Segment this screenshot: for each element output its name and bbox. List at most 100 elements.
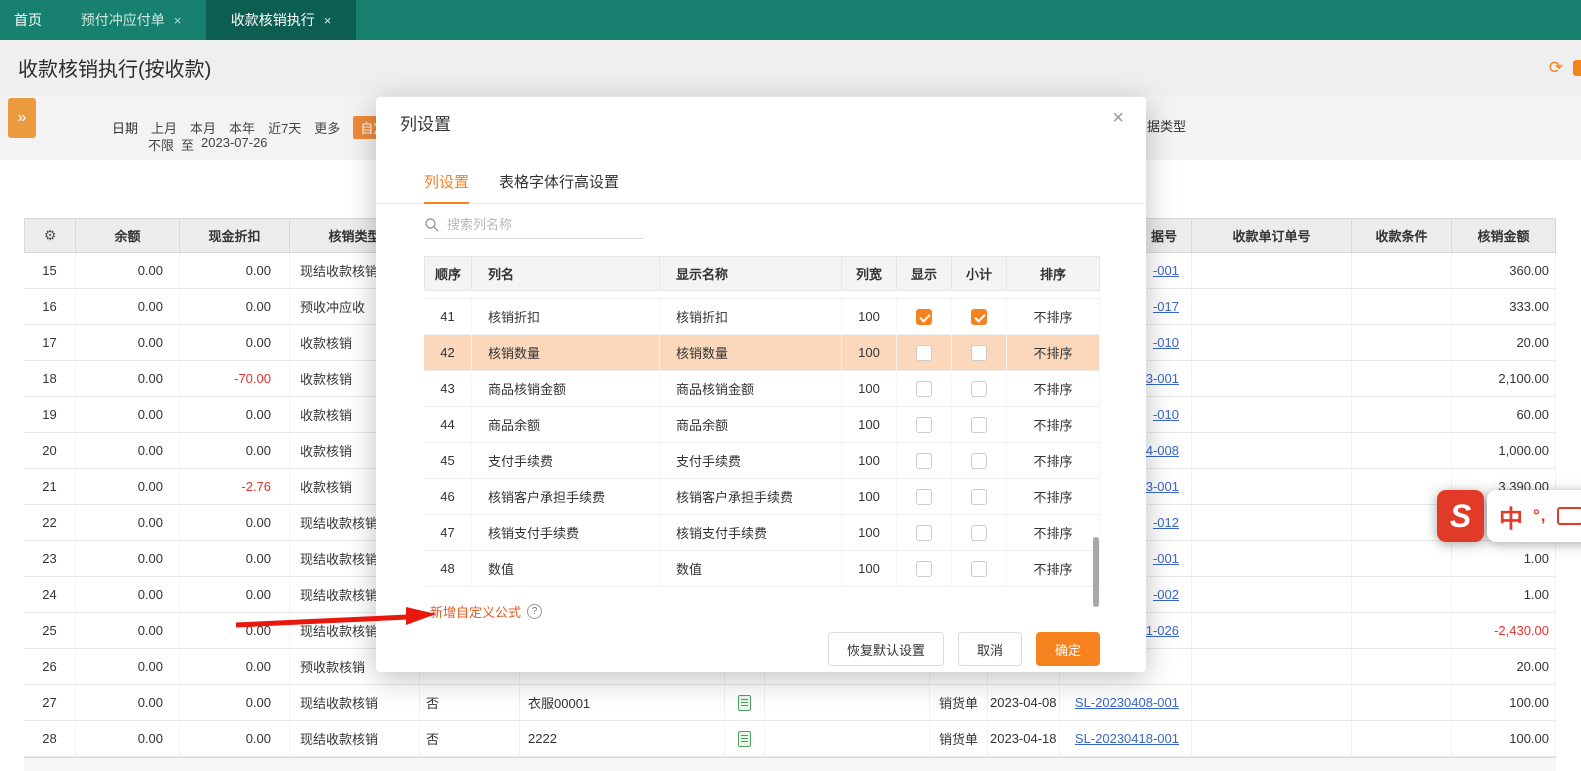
display-name-cell[interactable]: 核销数量 (660, 335, 842, 371)
display-name-cell[interactable]: 核销支付手续费 (660, 515, 842, 551)
sort-cell[interactable]: 不排序 (1007, 551, 1100, 587)
table-row[interactable]: 28 0.00 0.00 现结收款核销否 2222 销货单 2023-04-18 SL-202… (24, 721, 1556, 757)
sort-cell[interactable]: 不排序 (1007, 479, 1100, 515)
width-cell[interactable]: 100 (842, 371, 897, 407)
restore-defaults-button[interactable]: 恢复默认设置 (827, 632, 944, 666)
subtotal-checkbox[interactable] (971, 560, 987, 577)
width-cell[interactable]: 100 (842, 443, 897, 479)
ime-keyboard-icon[interactable] (1556, 507, 1581, 525)
doc-no-link[interactable]: -017 (1153, 299, 1179, 314)
tab-prepay-writeoff[interactable]: 预付冲应付单 × (56, 0, 206, 40)
sort-cell[interactable]: 不排序 (1007, 515, 1100, 551)
subtotal-checkbox[interactable] (971, 416, 987, 433)
subtotal-checkbox[interactable] (971, 524, 987, 541)
tab-receipt-writeoff[interactable]: 收款核销执行 × (206, 0, 356, 40)
column-config-row[interactable]: 43 商品核销金额 商品核销金额 100 不排序 (424, 371, 1100, 407)
tab-home[interactable]: 首页 (0, 0, 56, 40)
doc-no-link[interactable]: SL-20230418-001 (1075, 731, 1179, 746)
show-checkbox[interactable] (916, 452, 932, 469)
doc-no-link[interactable]: -010 (1153, 335, 1179, 350)
width-cell[interactable]: 100 (842, 551, 897, 587)
doc-no-link[interactable]: SL-20230408-001 (1075, 695, 1179, 710)
doc-no-link[interactable]: -010 (1153, 407, 1179, 422)
doc-no-link[interactable]: 4-008 (1146, 443, 1179, 458)
doc-no-link[interactable]: -001 (1153, 263, 1179, 278)
column-search-input[interactable] (447, 217, 627, 232)
tab-font-row-height[interactable]: 表格字体行高设置 (499, 171, 619, 203)
doc-no-link[interactable]: -012 (1153, 515, 1179, 530)
cancel-button[interactable]: 取消 (957, 632, 1022, 666)
date-range-start[interactable]: 不限 (148, 135, 174, 154)
subtotal-checkbox[interactable] (971, 488, 987, 505)
show-checkbox[interactable] (916, 524, 932, 541)
width-cell[interactable]: 100 (842, 407, 897, 443)
sort-cell[interactable]: 不排序 (1007, 371, 1100, 407)
show-checkbox[interactable] (916, 488, 932, 505)
doc-no-link[interactable]: -001 (1153, 551, 1179, 566)
ime-language-indicator[interactable]: 中 (1499, 499, 1523, 534)
tab-column-settings[interactable]: 列设置 (424, 171, 470, 204)
display-name-cell[interactable]: 支付手续费 (660, 443, 842, 479)
column-config-row[interactable]: 42 核销数量 核销数量 100 不排序 (424, 335, 1100, 371)
width-cell[interactable]: 100 (842, 335, 897, 371)
header-cash-discount[interactable]: 现金折扣 (180, 218, 290, 253)
header-writeoff-amount[interactable]: 核销金额 (1452, 218, 1556, 253)
show-checkbox[interactable] (916, 308, 932, 325)
close-icon[interactable]: × (174, 13, 182, 28)
invoice-icon[interactable] (738, 730, 751, 747)
doc-no-link[interactable]: 3-001 (1146, 479, 1179, 494)
expand-sidebar-button[interactable]: » (8, 98, 36, 138)
show-checkbox[interactable] (916, 380, 932, 397)
column-config-row[interactable]: 44 商品余额 商品余额 100 不排序 (424, 407, 1100, 443)
cash-discount-cell: 0.00 (180, 433, 290, 469)
column-config-row[interactable]: 48 数值 数值 100 不排序 (424, 551, 1100, 587)
refresh-icon[interactable]: ⟳ (1549, 58, 1563, 78)
column-settings-cell[interactable]: ⚙ (24, 218, 76, 253)
display-name-cell[interactable]: 商品核销金额 (660, 371, 842, 407)
date-quick-more[interactable]: 更多 (314, 118, 340, 137)
column-config-row[interactable]: 46 核销客户承担手续费 核销客户承担手续费 100 不排序 (424, 479, 1100, 515)
display-name-cell[interactable]: 商品余额 (660, 407, 842, 443)
header-receipt-condition[interactable]: 收款条件 (1352, 218, 1452, 253)
show-checkbox[interactable] (916, 344, 932, 361)
header-receipt-order-no[interactable]: 收款单订单号 (1192, 218, 1352, 253)
show-cell (897, 407, 952, 443)
subtotal-checkbox[interactable] (971, 344, 987, 361)
width-cell[interactable]: 100 (842, 299, 897, 335)
sort-cell[interactable]: 不排序 (1007, 443, 1100, 479)
display-name-cell[interactable]: 核销折扣 (660, 299, 842, 335)
date-range-end[interactable]: 2023-07-26 (201, 135, 268, 154)
date-quick-last-7-days[interactable]: 近7天 (268, 118, 301, 137)
column-config-row[interactable]: 47 核销支付手续费 核销支付手续费 100 不排序 (424, 515, 1100, 551)
display-name-cell[interactable]: 数值 (660, 551, 842, 587)
sort-cell[interactable]: 不排序 (1007, 335, 1100, 371)
invoice-icon[interactable] (738, 694, 751, 711)
partial-toolbar-icon[interactable] (1573, 59, 1581, 76)
scrollbar-thumb[interactable] (1093, 537, 1099, 607)
column-config-row[interactable]: 41 核销折扣 核销折扣 100 不排序 (424, 299, 1100, 335)
show-checkbox[interactable] (916, 560, 932, 577)
header-balance[interactable]: 余额 (76, 218, 180, 253)
gear-icon[interactable]: ⚙ (44, 227, 57, 244)
subtotal-checkbox[interactable] (971, 452, 987, 469)
doc-no-link[interactable]: 1-026 (1146, 623, 1179, 638)
column-config-row[interactable]: 45 支付手续费 支付手续费 100 不排序 (424, 443, 1100, 479)
ime-toolbar[interactable]: S 中 °, (1437, 490, 1581, 542)
show-checkbox[interactable] (916, 416, 932, 433)
display-name-cell[interactable]: 核销客户承担手续费 (660, 479, 842, 515)
subtotal-checkbox[interactable] (971, 380, 987, 397)
confirm-button[interactable]: 确定 (1035, 632, 1100, 666)
width-cell[interactable]: 100 (842, 515, 897, 551)
close-icon[interactable]: × (324, 13, 332, 28)
close-icon[interactable]: × (1112, 107, 1124, 130)
sort-cell[interactable]: 不排序 (1007, 299, 1100, 335)
doc-no-link[interactable]: -002 (1153, 587, 1179, 602)
width-cell[interactable]: 100 (842, 479, 897, 515)
subtotal-checkbox[interactable] (971, 308, 987, 325)
sogou-logo[interactable]: S (1437, 490, 1484, 542)
table-row[interactable]: 27 0.00 0.00 现结收款核销否衣服00001 销货单 2023-04-08 SL-… (24, 685, 1556, 721)
help-icon[interactable]: ? (527, 604, 543, 619)
doc-no-link[interactable]: 3-001 (1146, 371, 1179, 386)
sort-cell[interactable]: 不排序 (1007, 407, 1100, 443)
ime-punctuation-indicator[interactable]: °, (1533, 506, 1547, 526)
